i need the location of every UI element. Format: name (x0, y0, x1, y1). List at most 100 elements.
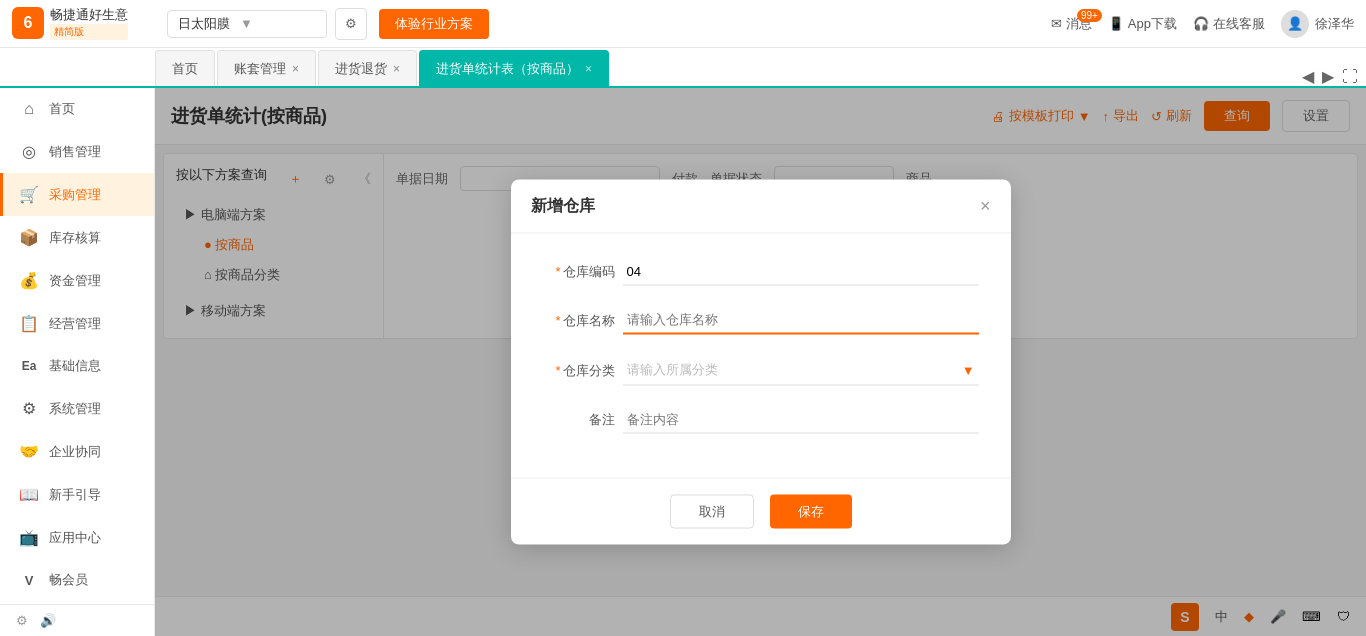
settings-icon[interactable]: ⚙ (16, 613, 28, 628)
modal-add-warehouse: 新增仓库 × 仓库编码 仓库名称 仓库分类 请输入所属分类 (511, 180, 1011, 545)
sidebar-item-member[interactable]: V 畅会员 (0, 559, 154, 601)
name-label: 仓库名称 (543, 311, 623, 329)
note-label: 备注 (543, 411, 623, 429)
tab-bar: 首页 账套管理 × 进货退货 × 进货单统计表（按商品） × ◀ ▶ ⛶ (0, 48, 1366, 88)
sidebar-label-basic-info: 基础信息 (49, 357, 101, 375)
enterprise-icon: 🤝 (19, 442, 39, 461)
avatar: 👤 (1281, 10, 1309, 38)
sidebar-label-operations: 经营管理 (49, 315, 101, 333)
code-input[interactable] (623, 258, 979, 286)
notification-item[interactable]: ✉ 消息 99+ (1051, 15, 1092, 33)
message-icon: ✉ (1051, 16, 1062, 31)
tab-accounts-close[interactable]: × (292, 62, 299, 76)
gear-button[interactable]: ⚙ (335, 8, 367, 40)
form-row-note: 备注 (543, 406, 979, 434)
customer-service-item[interactable]: 🎧 在线客服 (1193, 15, 1265, 33)
sidebar-label-system: 系统管理 (49, 400, 101, 418)
category-chevron-icon: ▼ (962, 362, 975, 377)
sidebar-item-guide[interactable]: 📖 新手引导 (0, 473, 154, 516)
app-download-label: App下载 (1128, 15, 1177, 33)
user-area[interactable]: 👤 徐泽华 (1281, 10, 1354, 38)
top-header: 6 畅捷通好生意 精简版 日太阳膜 ▼ ⚙ 体验行业方案 ✉ 消息 99+ 📱 … (0, 0, 1366, 48)
cancel-button[interactable]: 取消 (670, 495, 754, 529)
logo-area: 6 畅捷通好生意 精简版 (12, 7, 167, 40)
content-area: 进货单统计(按商品) 🖨 按模板打印 ▼ ↑ 导出 ↺ 刷新 查询 设置 (155, 88, 1366, 636)
code-label: 仓库编码 (543, 263, 623, 281)
tab-purchase-return-close[interactable]: × (393, 62, 400, 76)
sidebar-label-inventory: 库存核算 (49, 229, 101, 247)
member-icon: V (19, 573, 39, 588)
sales-icon: ◎ (19, 142, 39, 161)
chevron-down-icon: ▼ (240, 16, 253, 31)
tab-purchase-return[interactable]: 进货退货 × (318, 50, 417, 86)
sidebar-item-inventory[interactable]: 📦 库存核算 (0, 216, 154, 259)
modal-header: 新增仓库 × (511, 180, 1011, 234)
logo-icon: 6 (12, 7, 44, 39)
category-placeholder: 请输入所属分类 (627, 361, 718, 379)
logo-text: 畅捷通好生意 (50, 7, 128, 24)
sidebar-label-finance: 资金管理 (49, 272, 101, 290)
guide-icon: 📖 (19, 485, 39, 504)
save-button[interactable]: 保存 (770, 495, 852, 529)
sidebar-label-member: 畅会员 (49, 571, 88, 589)
store-selector[interactable]: 日太阳膜 ▼ (167, 10, 327, 38)
sidebar-label-apps: 应用中心 (49, 529, 101, 547)
operations-icon: 📋 (19, 314, 39, 333)
mobile-icon: 📱 (1108, 16, 1124, 31)
main-layout: ⌂ 首页 ◎ 销售管理 🛒 采购管理 📦 库存核算 💰 资金管理 📋 经营管理 … (0, 88, 1366, 636)
sidebar-item-enterprise[interactable]: 🤝 企业协同 (0, 430, 154, 473)
tab-home[interactable]: 首页 (155, 50, 215, 86)
headset-icon: 🎧 (1193, 16, 1209, 31)
sidebar-label-sales: 销售管理 (49, 143, 101, 161)
modal-footer: 取消 保存 (511, 478, 1011, 545)
category-label: 仓库分类 (543, 361, 623, 379)
form-row-code: 仓库编码 (543, 258, 979, 286)
tab-purchase-stats-close[interactable]: × (585, 62, 592, 76)
sidebar-item-operations[interactable]: 📋 经营管理 (0, 302, 154, 345)
sidebar-item-purchase[interactable]: 🛒 采购管理 (0, 173, 154, 216)
sidebar-item-finance[interactable]: 💰 资金管理 (0, 259, 154, 302)
form-row-name: 仓库名称 (543, 306, 979, 335)
volume-icon[interactable]: 🔊 (40, 613, 56, 628)
basic-info-icon: Ea (19, 359, 39, 373)
modal-close-button[interactable]: × (980, 196, 991, 217)
sidebar-label-home: 首页 (49, 100, 75, 118)
modal-body: 仓库编码 仓库名称 仓库分类 请输入所属分类 ▼ (511, 234, 1011, 478)
category-select[interactable]: 请输入所属分类 ▼ (623, 355, 979, 386)
experience-button[interactable]: 体验行业方案 (379, 9, 489, 39)
tab-purchase-return-label: 进货退货 (335, 60, 387, 78)
finance-icon: 💰 (19, 271, 39, 290)
sidebar-item-home[interactable]: ⌂ 首页 (0, 88, 154, 130)
system-icon: ⚙ (19, 399, 39, 418)
tab-next-icon[interactable]: ▶ (1322, 67, 1334, 86)
name-input[interactable] (623, 306, 979, 335)
tab-maximize-icon[interactable]: ⛶ (1342, 68, 1358, 86)
tab-purchase-stats-label: 进货单统计表（按商品） (436, 60, 579, 78)
sidebar-item-basic-info[interactable]: Ea 基础信息 (0, 345, 154, 387)
user-name: 徐泽华 (1315, 15, 1354, 33)
tab-accounts-label: 账套管理 (234, 60, 286, 78)
note-input[interactable] (623, 406, 979, 434)
tab-accounts[interactable]: 账套管理 × (217, 50, 316, 86)
customer-service-label: 在线客服 (1213, 15, 1265, 33)
sidebar-label-guide: 新手引导 (49, 486, 101, 504)
tab-purchase-stats[interactable]: 进货单统计表（按商品） × (419, 50, 609, 86)
tab-prev-icon[interactable]: ◀ (1302, 67, 1314, 86)
home-icon: ⌂ (19, 100, 39, 118)
apps-icon: 📺 (19, 528, 39, 547)
logo-badge: 精简版 (50, 24, 128, 40)
modal-title: 新增仓库 (531, 196, 595, 217)
sidebar: ⌂ 首页 ◎ 销售管理 🛒 采购管理 📦 库存核算 💰 资金管理 📋 经营管理 … (0, 88, 155, 636)
form-row-category: 仓库分类 请输入所属分类 ▼ (543, 355, 979, 386)
sidebar-bottom: ⚙ 🔊 (0, 604, 154, 636)
header-right: ✉ 消息 99+ 📱 App下载 🎧 在线客服 👤 徐泽华 (1051, 10, 1354, 38)
sidebar-label-purchase: 采购管理 (49, 186, 101, 204)
tab-controls: ◀ ▶ ⛶ (1294, 67, 1366, 86)
purchase-icon: 🛒 (19, 185, 39, 204)
sidebar-item-sales[interactable]: ◎ 销售管理 (0, 130, 154, 173)
sidebar-item-system[interactable]: ⚙ 系统管理 (0, 387, 154, 430)
sidebar-item-apps[interactable]: 📺 应用中心 (0, 516, 154, 559)
notification-badge: 99+ (1077, 9, 1102, 22)
app-download-item[interactable]: 📱 App下载 (1108, 15, 1177, 33)
sidebar-label-enterprise: 企业协同 (49, 443, 101, 461)
